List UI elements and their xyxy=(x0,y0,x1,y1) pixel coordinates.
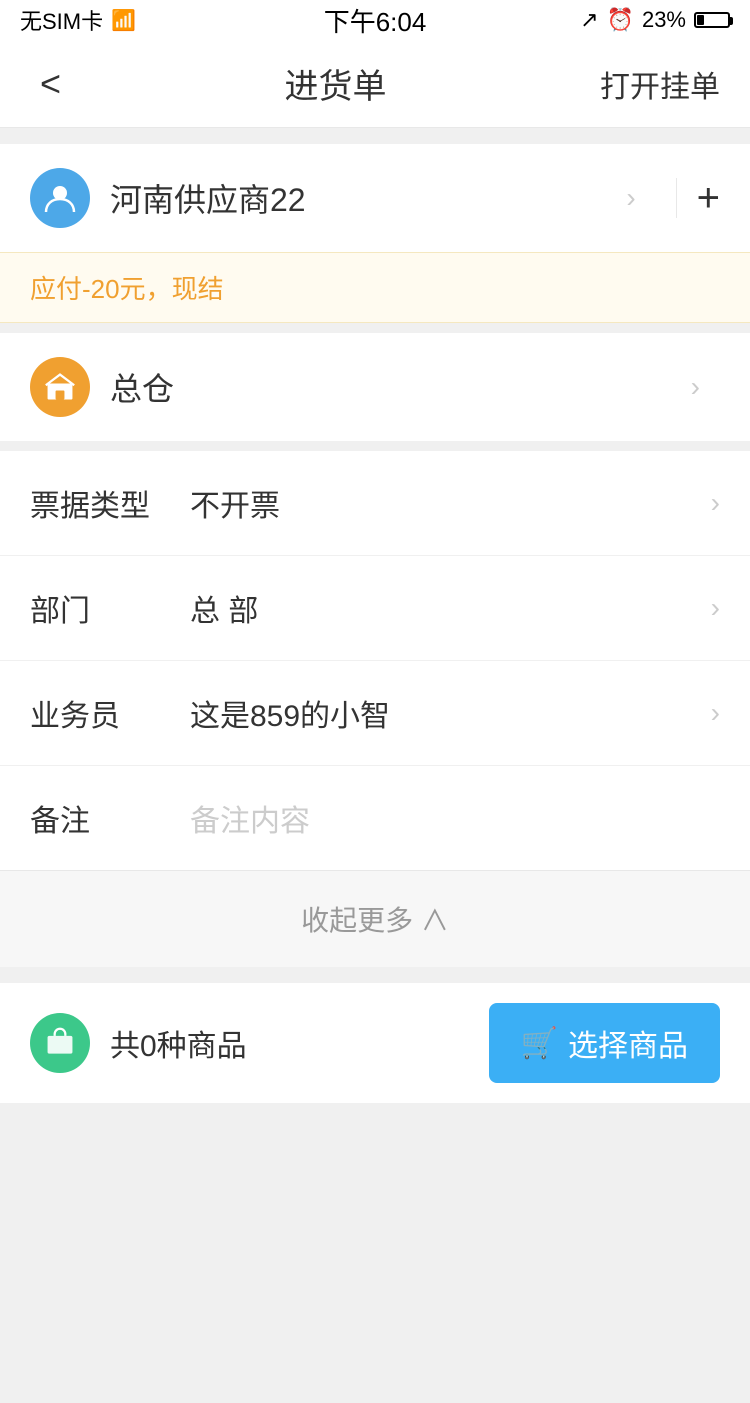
supplier-chevron-icon: › xyxy=(626,182,635,214)
open-pending-button[interactable]: 打开挂单 xyxy=(600,62,720,106)
department-chevron-icon: › xyxy=(711,592,720,624)
supplier-section: 河南供应商22 › + 应付-20元，现结 xyxy=(0,144,750,323)
battery-indicator xyxy=(694,12,730,28)
select-product-label: 选择商品 xyxy=(568,1021,688,1065)
supplier-row[interactable]: 河南供应商22 › + xyxy=(0,144,750,252)
add-supplier-button[interactable]: + xyxy=(697,176,720,221)
remark-row[interactable]: 备注 备注内容 xyxy=(0,766,750,870)
wifi-icon: 📶 xyxy=(111,8,136,33)
notice-banner: 应付-20元，现结 xyxy=(0,252,750,323)
product-count-label: 共0种商品 xyxy=(110,1021,489,1065)
supplier-avatar xyxy=(30,168,90,228)
top-divider xyxy=(0,128,750,144)
salesperson-row[interactable]: 业务员 这是859的小智 › xyxy=(0,661,750,766)
department-label: 部门 xyxy=(30,586,170,630)
status-bar: 无SIM卡 📶 下午6:04 ↗ ⏰ 23% xyxy=(0,0,750,40)
select-product-icon: 🛒 xyxy=(521,1026,558,1061)
salesperson-value: 这是859的小智 xyxy=(170,691,701,735)
department-row[interactable]: 部门 总 部 › xyxy=(0,556,750,661)
salesperson-label: 业务员 xyxy=(30,691,170,735)
warehouse-chevron-icon: › xyxy=(691,371,700,403)
back-button[interactable]: < xyxy=(30,53,71,115)
salesperson-chevron-icon: › xyxy=(711,697,720,729)
vertical-divider xyxy=(676,178,677,218)
remark-label: 备注 xyxy=(30,796,170,840)
supplier-name: 河南供应商22 xyxy=(110,175,626,221)
form-section: 票据类型 不开票 › 部门 总 部 › 业务员 这是859的小智 › 备注 备注… xyxy=(0,441,750,870)
collapse-button[interactable]: 收起更多 ∧ xyxy=(0,870,750,967)
remark-input[interactable]: 备注内容 xyxy=(170,796,720,840)
product-icon xyxy=(30,1013,90,1073)
warehouse-icon xyxy=(30,357,90,417)
background-fill xyxy=(0,1103,750,1403)
page-title: 进货单 xyxy=(285,59,387,108)
alarm-icon: ⏰ xyxy=(607,7,634,33)
product-section: 共0种商品 🛒 选择商品 xyxy=(0,983,750,1103)
select-product-button[interactable]: 🛒 选择商品 xyxy=(489,1003,720,1083)
department-value: 总 部 xyxy=(170,586,701,630)
warehouse-name: 总仓 xyxy=(110,364,691,410)
invoice-type-row[interactable]: 票据类型 不开票 › xyxy=(0,451,750,556)
invoice-type-chevron-icon: › xyxy=(711,487,720,519)
warehouse-row[interactable]: 总仓 › xyxy=(0,323,750,441)
battery-text: 23% xyxy=(642,7,686,33)
nav-bar: < 进货单 打开挂单 xyxy=(0,40,750,128)
carrier-text: 无SIM卡 xyxy=(20,4,103,36)
collapse-label: 收起更多 ∧ xyxy=(301,899,449,939)
location-icon: ↗ xyxy=(580,7,598,33)
invoice-type-value: 不开票 xyxy=(170,481,701,525)
invoice-type-label: 票据类型 xyxy=(30,481,170,525)
time-display: 下午6:04 xyxy=(324,7,427,37)
